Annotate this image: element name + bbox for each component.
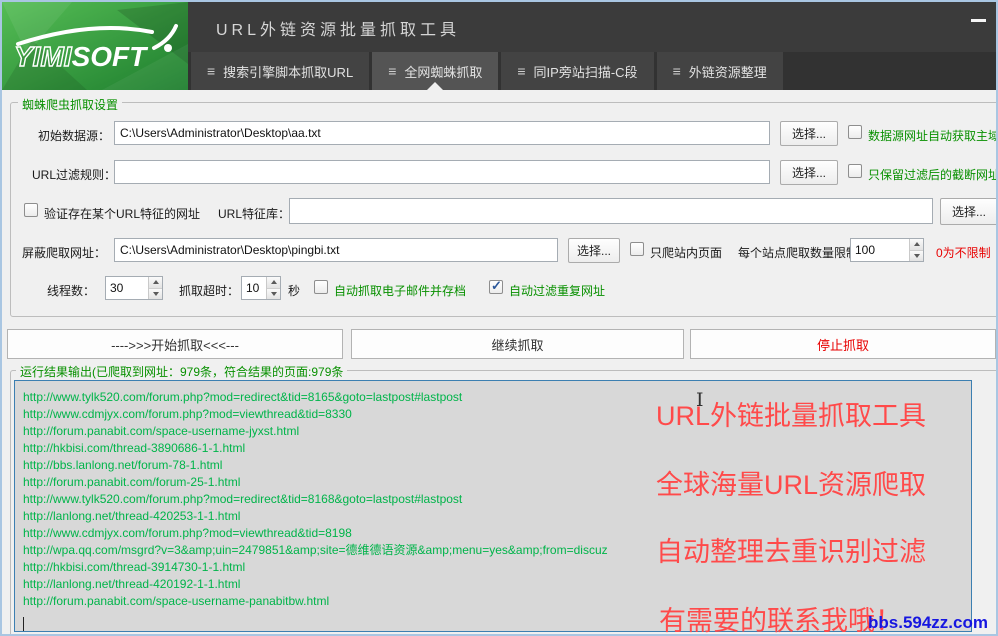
window-title: URL外链资源批量抓取工具 bbox=[216, 16, 460, 40]
results-textarea[interactable]: http://www.tylk520.com/forum.php?mod=red… bbox=[14, 380, 972, 632]
dedupe-label: 自动过滤重复网址 bbox=[509, 282, 605, 299]
up-arrow-icon bbox=[271, 280, 277, 284]
feature-lib-label: URL特征库： bbox=[218, 205, 290, 222]
menu-icon bbox=[207, 63, 215, 79]
url-line: http://wpa.qq.com/msgrd?v=3&amp;uin=2479… bbox=[23, 542, 608, 559]
source-input[interactable] bbox=[114, 121, 770, 145]
timeout-value: 10 bbox=[242, 277, 266, 299]
source-label: 初始数据源： bbox=[38, 127, 110, 144]
feature-lib-input[interactable] bbox=[289, 198, 933, 224]
block-input[interactable] bbox=[114, 238, 558, 262]
timeout-spinner[interactable]: 10 bbox=[241, 276, 281, 300]
app-window: YIMISOFT URL外链资源批量抓取工具 搜索引擎脚本抓取URL 全网蜘蛛抓… bbox=[0, 0, 998, 636]
url-line: http://forum.panabit.com/space-username-… bbox=[23, 593, 329, 610]
auto-email-checkbox[interactable] bbox=[314, 280, 328, 294]
block-label: 屏蔽爬取网址： bbox=[22, 244, 106, 261]
url-line: http://hkbisi.com/thread-3890686-1-1.htm… bbox=[23, 440, 245, 457]
limit-down-button[interactable] bbox=[910, 251, 923, 262]
filter-choose-button[interactable]: 选择... bbox=[780, 160, 838, 185]
threads-spinner[interactable]: 30 bbox=[105, 276, 163, 300]
url-line: http://forum.panabit.com/forum-25-1.html bbox=[23, 474, 240, 491]
yimisoft-logo: YIMISOFT bbox=[2, 2, 188, 90]
timeout-unit: 秒 bbox=[288, 282, 300, 299]
tab-same-ip-scan[interactable]: 同IP旁站扫描-C段 bbox=[501, 52, 653, 90]
up-arrow-icon bbox=[914, 242, 920, 246]
source-choose-button[interactable]: 选择... bbox=[780, 121, 838, 146]
title-bar: URL外链资源批量抓取工具 bbox=[188, 2, 998, 52]
limit-up-button[interactable] bbox=[910, 239, 923, 251]
url-line: http://www.cdmjyx.com/forum.php?mod=view… bbox=[23, 406, 352, 423]
menu-icon bbox=[517, 63, 525, 79]
menu-icon bbox=[388, 63, 396, 79]
results-legend: 运行结果输出(已爬取到网址：979条，符合结果的页面:979条 bbox=[16, 363, 347, 380]
resume-grab-button[interactable]: 继续抓取 bbox=[351, 329, 684, 359]
threads-down-button[interactable] bbox=[149, 289, 162, 300]
auto-main-domain-label: 数据源网址自动获取主域 bbox=[868, 127, 998, 144]
dedupe-checkbox[interactable] bbox=[489, 280, 503, 294]
feature-choose-button[interactable]: 选择... bbox=[940, 198, 998, 225]
minimize-button[interactable] bbox=[964, 10, 990, 32]
url-line: http://hkbisi.com/thread-3914730-1-1.htm… bbox=[23, 559, 245, 576]
onsite-only-checkbox[interactable] bbox=[630, 242, 644, 256]
threads-value: 30 bbox=[106, 277, 148, 299]
up-arrow-icon bbox=[153, 280, 159, 284]
onsite-only-label: 只爬站内页面 bbox=[650, 244, 722, 261]
tab-label: 外链资源整理 bbox=[689, 62, 767, 81]
url-line: http://www.tylk520.com/forum.php?mod=red… bbox=[23, 491, 462, 508]
limit-spinner[interactable]: 100 bbox=[850, 238, 924, 262]
timeout-up-button[interactable] bbox=[267, 277, 280, 289]
settings-group-legend: 蜘蛛爬虫抓取设置 bbox=[18, 96, 122, 113]
tab-bar: 搜索引擎脚本抓取URL 全网蜘蛛抓取 同IP旁站扫描-C段 外链资源整理 bbox=[188, 52, 998, 90]
verify-feature-label: 验证存在某个URL特征的网址 bbox=[44, 205, 200, 222]
url-line: http://lanlong.net/thread-420192-1-1.htm… bbox=[23, 576, 240, 593]
url-line: http://www.cdmjyx.com/forum.php?mod=view… bbox=[23, 525, 352, 542]
logo-text-yimi: YIMI bbox=[14, 41, 73, 72]
logo-text-soft: SOFT bbox=[72, 41, 150, 72]
keep-truncated-label: 只保留过滤后的截断网址 bbox=[868, 166, 998, 183]
down-arrow-icon bbox=[153, 292, 159, 296]
down-arrow-icon bbox=[271, 292, 277, 296]
auto-main-domain-checkbox[interactable] bbox=[848, 125, 862, 139]
tab-label: 全网蜘蛛抓取 bbox=[404, 62, 482, 81]
menu-icon bbox=[673, 63, 681, 79]
limit-value: 100 bbox=[851, 239, 909, 261]
text-caret bbox=[23, 617, 24, 631]
url-line: http://forum.panabit.com/space-username-… bbox=[23, 423, 299, 440]
limit-hint: 0为不限制 bbox=[936, 244, 991, 261]
logo-graphic: YIMISOFT bbox=[2, 2, 188, 90]
url-line: http://bbs.lanlong.net/forum-78-1.html bbox=[23, 457, 222, 474]
threads-label: 线程数： bbox=[47, 282, 95, 299]
auto-email-label: 自动抓取电子邮件并存档 bbox=[334, 282, 466, 299]
svg-text:YIMISOFT: YIMISOFT bbox=[14, 41, 149, 72]
timeout-down-button[interactable] bbox=[267, 289, 280, 300]
stop-grab-button[interactable]: 停止抓取 bbox=[690, 329, 996, 359]
tab-label: 搜索引擎脚本抓取URL bbox=[223, 62, 353, 81]
minimize-icon bbox=[971, 19, 986, 22]
verify-feature-checkbox[interactable] bbox=[24, 203, 38, 217]
url-line: http://www.tylk520.com/forum.php?mod=red… bbox=[23, 389, 462, 406]
timeout-label: 抓取超时： bbox=[179, 282, 239, 299]
url-line: http://lanlong.net/thread-420253-1-1.htm… bbox=[23, 508, 240, 525]
down-arrow-icon bbox=[914, 254, 920, 258]
site-watermark: bbs.594zz.com bbox=[868, 613, 988, 633]
tab-full-web-spider[interactable]: 全网蜘蛛抓取 bbox=[372, 52, 498, 90]
start-grab-button[interactable]: ---->>>开始抓取<<<--- bbox=[7, 329, 343, 359]
filter-input[interactable] bbox=[114, 160, 770, 184]
tab-label: 同IP旁站扫描-C段 bbox=[534, 62, 638, 81]
threads-up-button[interactable] bbox=[149, 277, 162, 289]
filter-label: URL过滤规则： bbox=[32, 166, 116, 183]
tab-resource-organize[interactable]: 外链资源整理 bbox=[657, 52, 783, 90]
keep-truncated-checkbox[interactable] bbox=[848, 164, 862, 178]
tab-search-engine-grab[interactable]: 搜索引擎脚本抓取URL bbox=[191, 52, 369, 90]
block-choose-button[interactable]: 选择... bbox=[568, 238, 620, 263]
